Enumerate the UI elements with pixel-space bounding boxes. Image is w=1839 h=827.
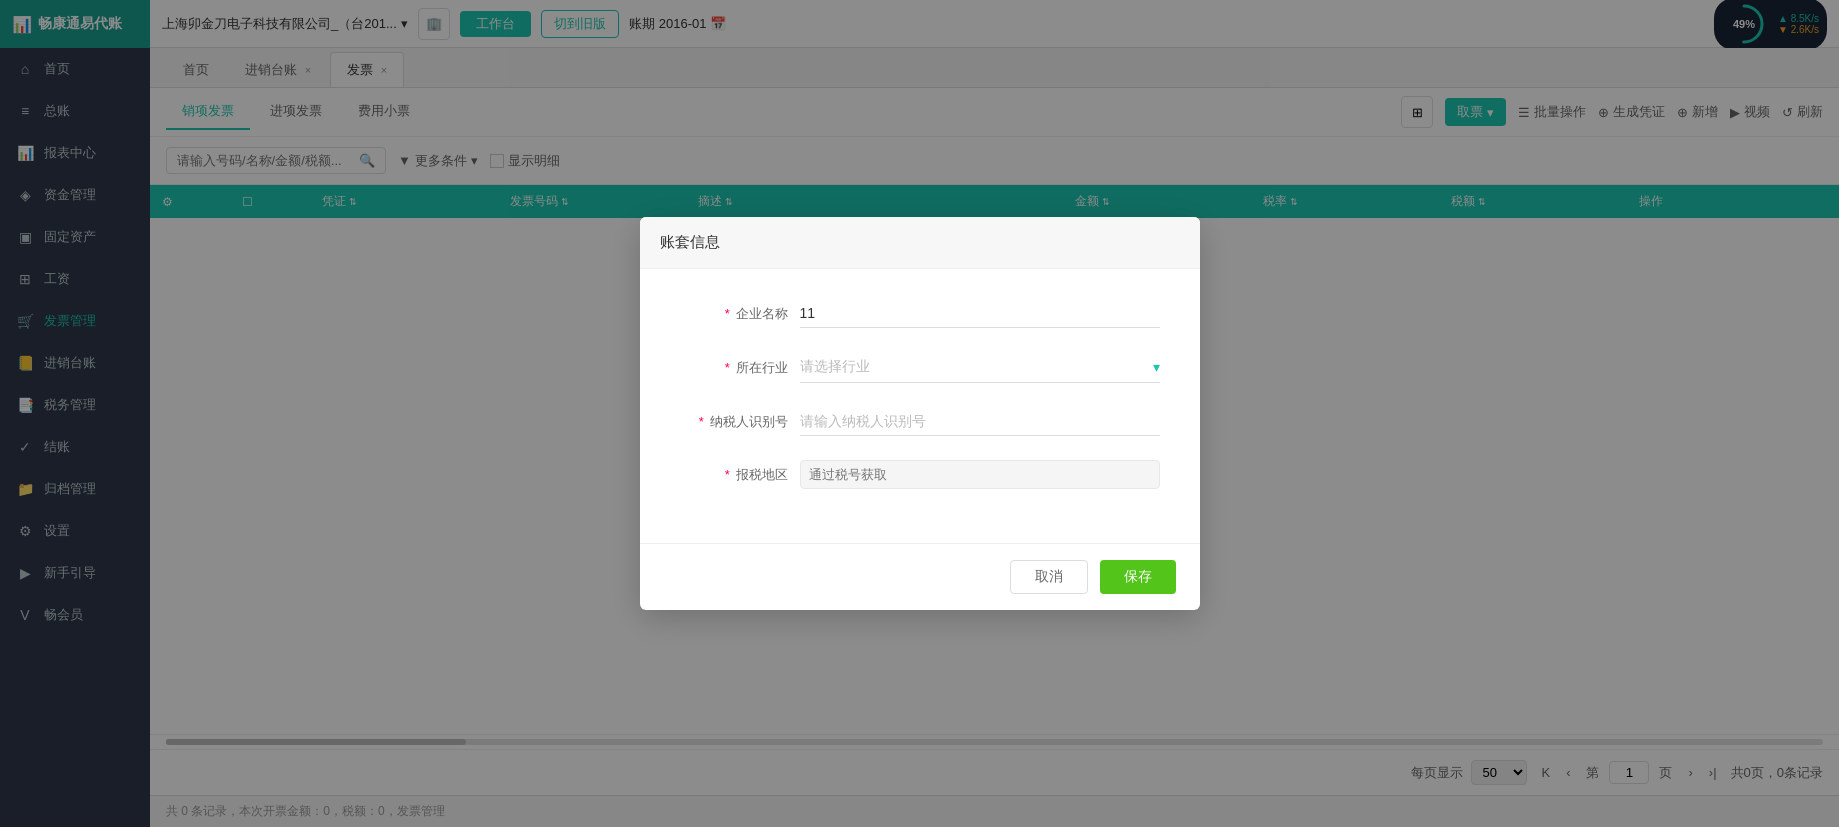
industry-label: * 所在行业 [680, 359, 800, 377]
form-row-tax-region: * 报税地区 [680, 460, 1160, 489]
required-mark: * [725, 306, 730, 321]
industry-placeholder: 请选择行业 [800, 358, 870, 376]
form-row-company: * 企业名称 [680, 299, 1160, 328]
modal-overlay[interactable]: 账套信息 * 企业名称 * 所在行业 [0, 0, 1839, 827]
tax-id-input-container [800, 407, 1160, 436]
tax-id-label: * 纳税人识别号 [680, 413, 800, 431]
dialog-footer: 取消 保存 [640, 543, 1200, 610]
industry-dropdown-icon: ▾ [1153, 359, 1160, 375]
company-label: * 企业名称 [680, 305, 800, 323]
industry-select-container: 请选择行业 ▾ [800, 352, 1160, 383]
required-mark: * [725, 467, 730, 482]
form-row-industry: * 所在行业 请选择行业 ▾ [680, 352, 1160, 383]
industry-select[interactable]: 请选择行业 ▾ [800, 352, 1160, 383]
dialog-title: 账套信息 [640, 217, 1200, 269]
tax-id-input[interactable] [800, 407, 1160, 436]
required-mark: * [725, 360, 730, 375]
cancel-button[interactable]: 取消 [1010, 560, 1088, 594]
account-info-dialog: 账套信息 * 企业名称 * 所在行业 [640, 217, 1200, 610]
company-name-input[interactable] [800, 299, 1160, 328]
tax-region-input [800, 460, 1160, 489]
form-row-tax-id: * 纳税人识别号 [680, 407, 1160, 436]
tax-region-input-container [800, 460, 1160, 489]
required-mark: * [699, 414, 704, 429]
save-button[interactable]: 保存 [1100, 560, 1176, 594]
dialog-body: * 企业名称 * 所在行业 请选择行业 ▾ [640, 269, 1200, 543]
company-input-container [800, 299, 1160, 328]
tax-region-label: * 报税地区 [680, 466, 800, 484]
